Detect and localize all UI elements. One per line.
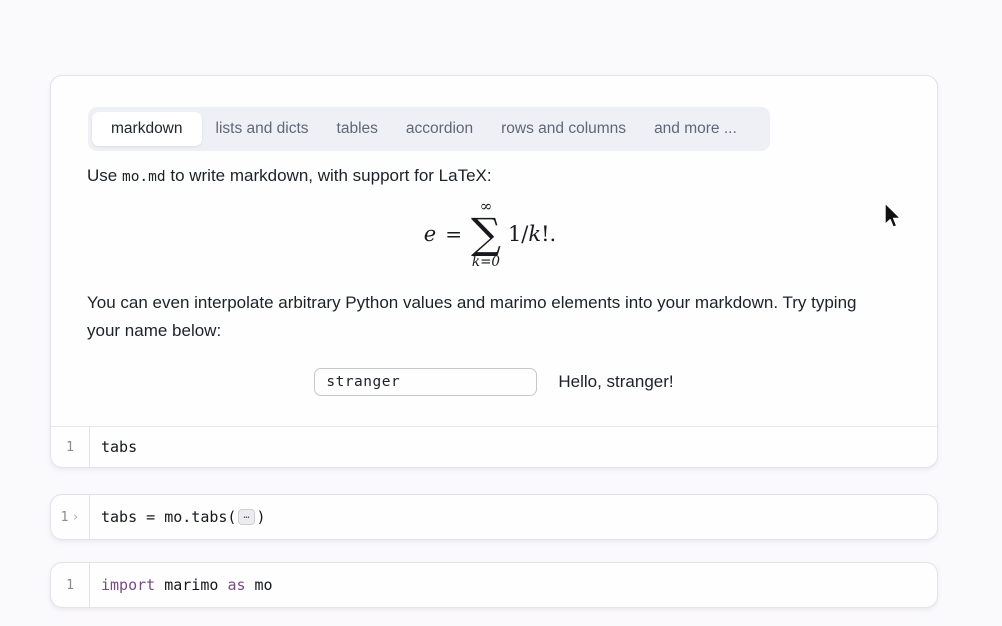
- latex-formula: e = ∞ ∑ k=0 1/k!.: [87, 199, 893, 269]
- notebook-canvas: markdown lists and dicts tables accordio…: [0, 0, 1002, 626]
- tabs-bar: markdown lists and dicts tables accordio…: [88, 107, 770, 151]
- intro-line: Use mo.md to write markdown, with suppor…: [87, 166, 901, 186]
- interpolation-paragraph: You can even interpolate arbitrary Pytho…: [87, 289, 893, 345]
- line-number: 1: [66, 440, 74, 455]
- cell-import: 1 import marimo as mo: [50, 562, 938, 608]
- greeting-text: Hello, stranger!: [558, 372, 673, 392]
- keyword-as: as: [227, 576, 245, 594]
- code-editor-tabs[interactable]: 1 tabs: [51, 426, 937, 467]
- keyword-import: import: [101, 576, 155, 594]
- tab-rows-and-columns[interactable]: rows and columns: [487, 112, 640, 146]
- code-editor-import[interactable]: 1 import marimo as mo: [51, 563, 937, 607]
- formula-lhs: e: [424, 222, 436, 246]
- code-editor-definition[interactable]: 1 › tabs = mo.tabs(…): [51, 495, 937, 539]
- tab-accordion[interactable]: accordion: [392, 112, 487, 146]
- cell-tabs-output: markdown lists and dicts tables accordio…: [50, 75, 938, 468]
- markdown-output: Use mo.md to write markdown, with suppor…: [87, 166, 901, 396]
- cell-tabs-definition: 1 › tabs = mo.tabs(…): [50, 494, 938, 540]
- line-number: 1: [66, 578, 74, 593]
- line-number-gutter: 1: [51, 563, 90, 607]
- line-number-gutter: 1: [51, 427, 90, 467]
- intro-suffix: to write markdown, with support for LaTe…: [166, 166, 492, 185]
- tab-markdown[interactable]: markdown: [92, 112, 202, 146]
- line-number: 1: [61, 510, 69, 525]
- code-line[interactable]: tabs: [90, 427, 137, 467]
- inline-code-mo-md: mo.md: [122, 169, 166, 185]
- line-number-gutter: 1 ›: [51, 495, 90, 539]
- code-line[interactable]: tabs = mo.tabs(…): [90, 495, 266, 539]
- fold-chevron-icon[interactable]: ›: [72, 510, 80, 525]
- tab-tables[interactable]: tables: [323, 112, 392, 146]
- sum-lower-limit: k=0: [472, 256, 500, 270]
- intro-prefix: Use: [87, 166, 122, 185]
- name-input[interactable]: [314, 368, 537, 396]
- formula-rhs: 1/k!.: [508, 222, 556, 246]
- sigma-symbol: ∑: [471, 216, 501, 252]
- tab-and-more[interactable]: and more ...: [640, 112, 751, 146]
- formula-equals: =: [445, 222, 462, 246]
- code-line[interactable]: import marimo as mo: [90, 563, 273, 607]
- name-input-row: Hello, stranger!: [87, 368, 901, 396]
- collapsed-code-badge[interactable]: …: [238, 509, 254, 525]
- summation: ∞ ∑ k=0: [471, 199, 501, 269]
- tab-lists-and-dicts[interactable]: lists and dicts: [202, 112, 323, 146]
